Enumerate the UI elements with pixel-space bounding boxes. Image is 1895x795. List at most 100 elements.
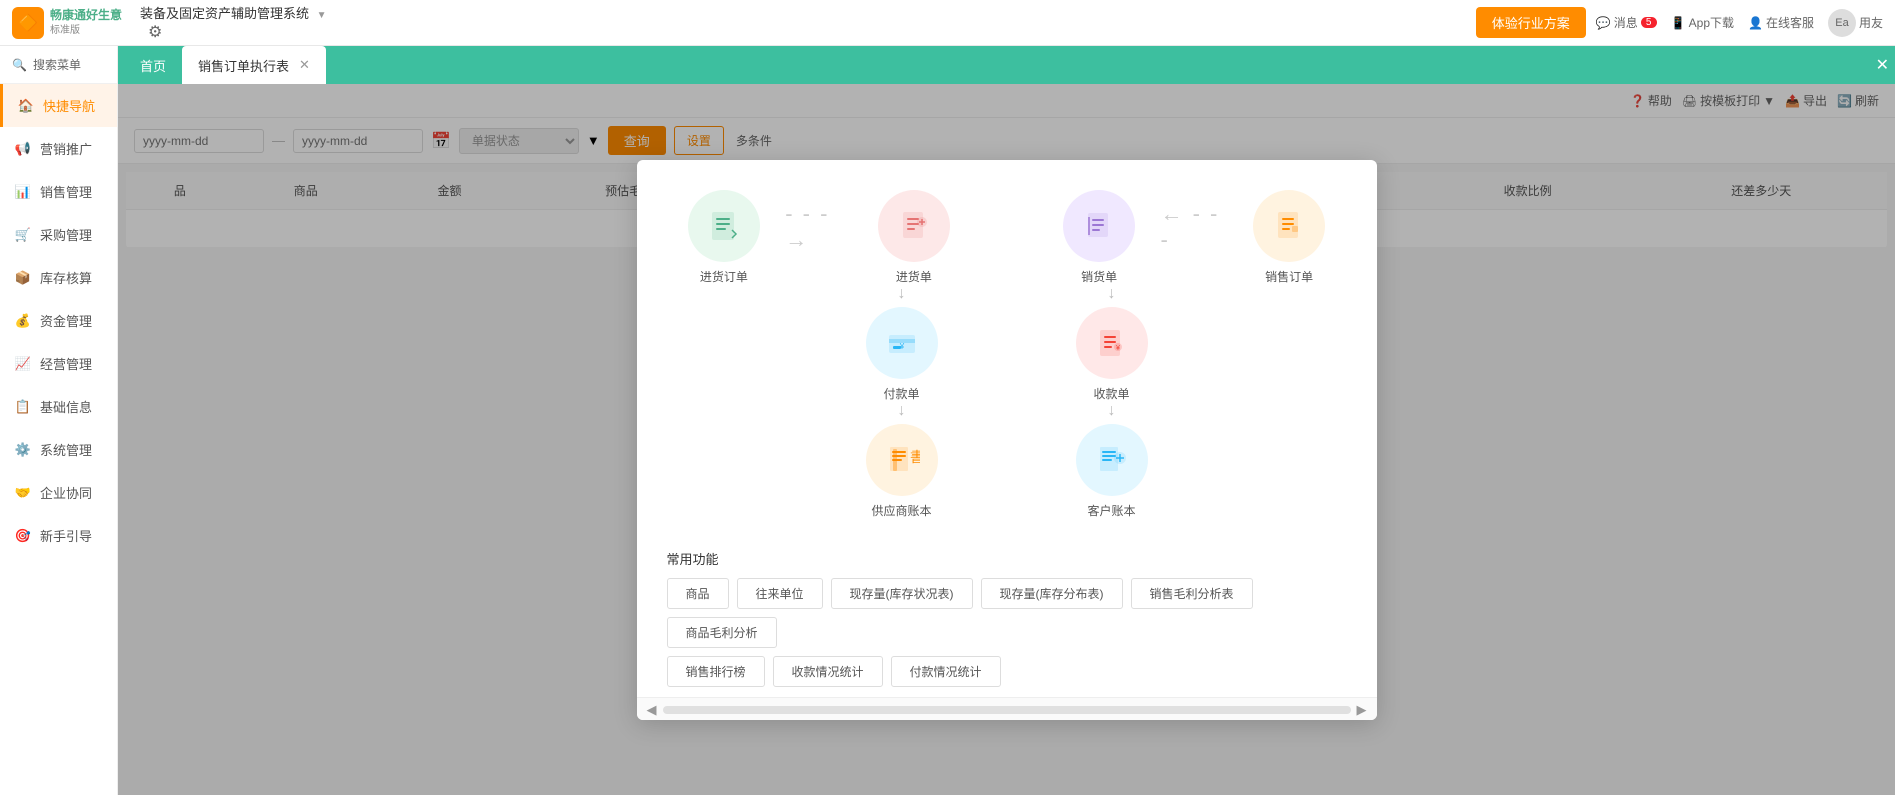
modal-body: 进货订单 - - - → — [637, 160, 1377, 697]
top-bar: 🔶 畅康通好生意 标准版 装备及固定资产辅助管理系统 ▼ ⚙ 体验行业方案 💬 … — [0, 0, 1895, 46]
supplier-account-circle: 書 — [866, 424, 938, 496]
arrow-down-payment: ↓ — [898, 402, 906, 420]
sidebar-item-purchase[interactable]: 🛒 采购管理 — [0, 213, 117, 256]
enterprise-icon: 🤝 — [14, 484, 32, 502]
sales-bill-label: 销货单 — [1081, 268, 1117, 285]
brand-sub: 标准版 — [50, 24, 122, 37]
user-item[interactable]: Ea 用友 — [1828, 9, 1883, 37]
scroll-row: ◀ ▶ — [637, 697, 1377, 720]
sales-bill-circle — [1063, 190, 1135, 262]
search-icon: 🔍 — [12, 58, 27, 72]
node-purchase-order[interactable]: 进货订单 — [667, 190, 782, 285]
message-item[interactable]: 💬 消息 5 — [1596, 14, 1657, 31]
flow-row-1: 进货订单 - - - → — [667, 190, 1347, 285]
node-supplier-account[interactable]: 書 供应商账本 — [837, 424, 967, 519]
sidebar-item-basic[interactable]: 📋 基础信息 — [0, 385, 117, 428]
tab-bar-right[interactable]: ✕ — [1876, 55, 1889, 75]
svg-text:¥: ¥ — [1116, 345, 1120, 352]
func-btn-goods-profit[interactable]: 商品毛利分析 — [667, 617, 777, 648]
sidebar-item-sales[interactable]: 📊 销售管理 — [0, 170, 117, 213]
gear-icon[interactable]: ⚙ — [148, 22, 1466, 42]
arrow-down-sales: ↓ — [1108, 285, 1116, 303]
node-purchase-bill[interactable]: 进货单 — [857, 190, 972, 285]
tab-home[interactable]: 首页 — [124, 46, 182, 84]
finance-icon: 💰 — [14, 312, 32, 330]
layout: 🔍 搜索菜单 🏠 快捷导航 📢 营销推广 📊 销售管理 🛒 采购管理 📦 库存核… — [0, 46, 1895, 795]
system-title: 装备及固定资产辅助管理系统 ▼ ⚙ — [140, 3, 1466, 42]
basic-icon: 📋 — [14, 398, 32, 416]
func-buttons-row2: 销售排行榜 收款情况统计 付款情况统计 — [667, 656, 1347, 687]
modal-overlay[interactable]: 进货订单 - - - → — [118, 84, 1895, 795]
sidebar-item-marketing[interactable]: 📢 营销推广 — [0, 127, 117, 170]
common-funcs-title: 常用功能 — [667, 549, 1347, 568]
payment-bill-label: 付款单 — [883, 385, 919, 402]
tab-close-main-icon[interactable]: ✕ — [1876, 57, 1889, 74]
marketing-icon: 📢 — [14, 140, 32, 158]
logo-icon: 🔶 — [12, 7, 44, 39]
supplier-account-label: 供应商账本 — [871, 502, 931, 519]
func-btn-payment-stats[interactable]: 付款情况统计 — [891, 656, 1001, 687]
logo-text: 畅康通好生意 标准版 — [50, 8, 122, 37]
customer-account-label: 客户账本 — [1087, 502, 1135, 519]
func-btn-stock-dist[interactable]: 现存量(库存分布表) — [981, 578, 1123, 609]
arrow-down-purchase: ↓ — [898, 285, 906, 303]
sidebar-item-quick-nav[interactable]: 🏠 快捷导航 — [0, 84, 117, 127]
func-btn-sales-profit[interactable]: 销售毛利分析表 — [1131, 578, 1253, 609]
avatar: Ea — [1828, 9, 1856, 37]
inventory-icon: 📦 — [14, 269, 32, 287]
sidebar: 🔍 搜索菜单 🏠 快捷导航 📢 营销推广 📊 销售管理 🛒 采购管理 📦 库存核… — [0, 46, 118, 795]
message-icon: 💬 — [1596, 16, 1611, 30]
func-btn-receipt-stats[interactable]: 收款情况统计 — [773, 656, 883, 687]
sidebar-item-business[interactable]: 📈 经营管理 — [0, 342, 117, 385]
flow-arrows-down-1: ↓ ↓ — [667, 285, 1347, 303]
modal: 进货订单 - - - → — [637, 160, 1377, 720]
tab-sales-order-exec[interactable]: 销售订单执行表 ✕ — [182, 46, 326, 84]
sales-order-label: 销售订单 — [1265, 268, 1313, 285]
func-btn-partner[interactable]: 往来单位 — [737, 578, 823, 609]
tab-close-icon[interactable]: ✕ — [299, 57, 310, 73]
svg-text:書: 書 — [910, 449, 920, 465]
flow-row-3: 書 供应商账本 — [667, 424, 1347, 519]
scroll-left-icon[interactable]: ◀ — [647, 702, 657, 718]
payment-bill-circle: ¥ — [866, 307, 938, 379]
sidebar-item-newbie[interactable]: 🎯 新手引导 — [0, 514, 117, 557]
trial-button[interactable]: 体验行业方案 — [1476, 7, 1586, 38]
purchase-order-label: 进货订单 — [700, 268, 748, 285]
node-customer-account[interactable]: 客户账本 — [1047, 424, 1177, 519]
service-icon: 👤 — [1748, 16, 1763, 30]
node-sales-bill[interactable]: 销货单 — [1042, 190, 1157, 285]
logo-area: 🔶 畅康通好生意 标准版 — [12, 7, 130, 39]
download-icon: 📱 — [1671, 16, 1686, 30]
online-service-item[interactable]: 👤 在线客服 — [1748, 14, 1814, 31]
sidebar-item-system[interactable]: ⚙️ 系统管理 — [0, 428, 117, 471]
customer-account-circle — [1076, 424, 1148, 496]
newbie-icon: 🎯 — [14, 527, 32, 545]
sidebar-item-finance[interactable]: 💰 资金管理 — [0, 299, 117, 342]
purchase-icon: 🛒 — [14, 226, 32, 244]
sales-order-circle — [1253, 190, 1325, 262]
flow-arrows-down-2: ↓ ↓ — [667, 402, 1347, 420]
func-btn-stock-status[interactable]: 现存量(库存状况表) — [831, 578, 973, 609]
tab-bar: 首页 销售订单执行表 ✕ ✕ — [118, 46, 1895, 84]
arrow-down-receipt: ↓ — [1108, 402, 1116, 420]
scroll-right-icon[interactable]: ▶ — [1357, 702, 1367, 718]
func-btn-sales-rank[interactable]: 销售排行榜 — [667, 656, 765, 687]
system-dropdown-icon[interactable]: ▼ — [317, 10, 327, 21]
business-icon: 📈 — [14, 355, 32, 373]
receipt-bill-label: 收款单 — [1093, 385, 1129, 402]
brand-main: 畅康通好生意 — [50, 8, 122, 24]
search-menu[interactable]: 🔍 搜索菜单 — [0, 46, 117, 84]
purchase-order-circle — [688, 190, 760, 262]
node-receipt-bill[interactable]: ¥ 收款单 — [1047, 307, 1177, 402]
sales-icon: 📊 — [14, 183, 32, 201]
sidebar-item-enterprise[interactable]: 🤝 企业协同 — [0, 471, 117, 514]
node-sales-order[interactable]: 销售订单 — [1232, 190, 1347, 285]
app-download-item[interactable]: 📱 App下载 — [1671, 14, 1734, 31]
system-icon: ⚙️ — [14, 441, 32, 459]
scroll-bar[interactable] — [663, 706, 1351, 714]
message-badge: 5 — [1641, 17, 1657, 28]
func-btn-goods[interactable]: 商品 — [667, 578, 729, 609]
node-payment-bill[interactable]: ¥ 付款单 — [837, 307, 967, 402]
svg-text:¥: ¥ — [898, 342, 904, 351]
sidebar-item-inventory[interactable]: 📦 库存核算 — [0, 256, 117, 299]
